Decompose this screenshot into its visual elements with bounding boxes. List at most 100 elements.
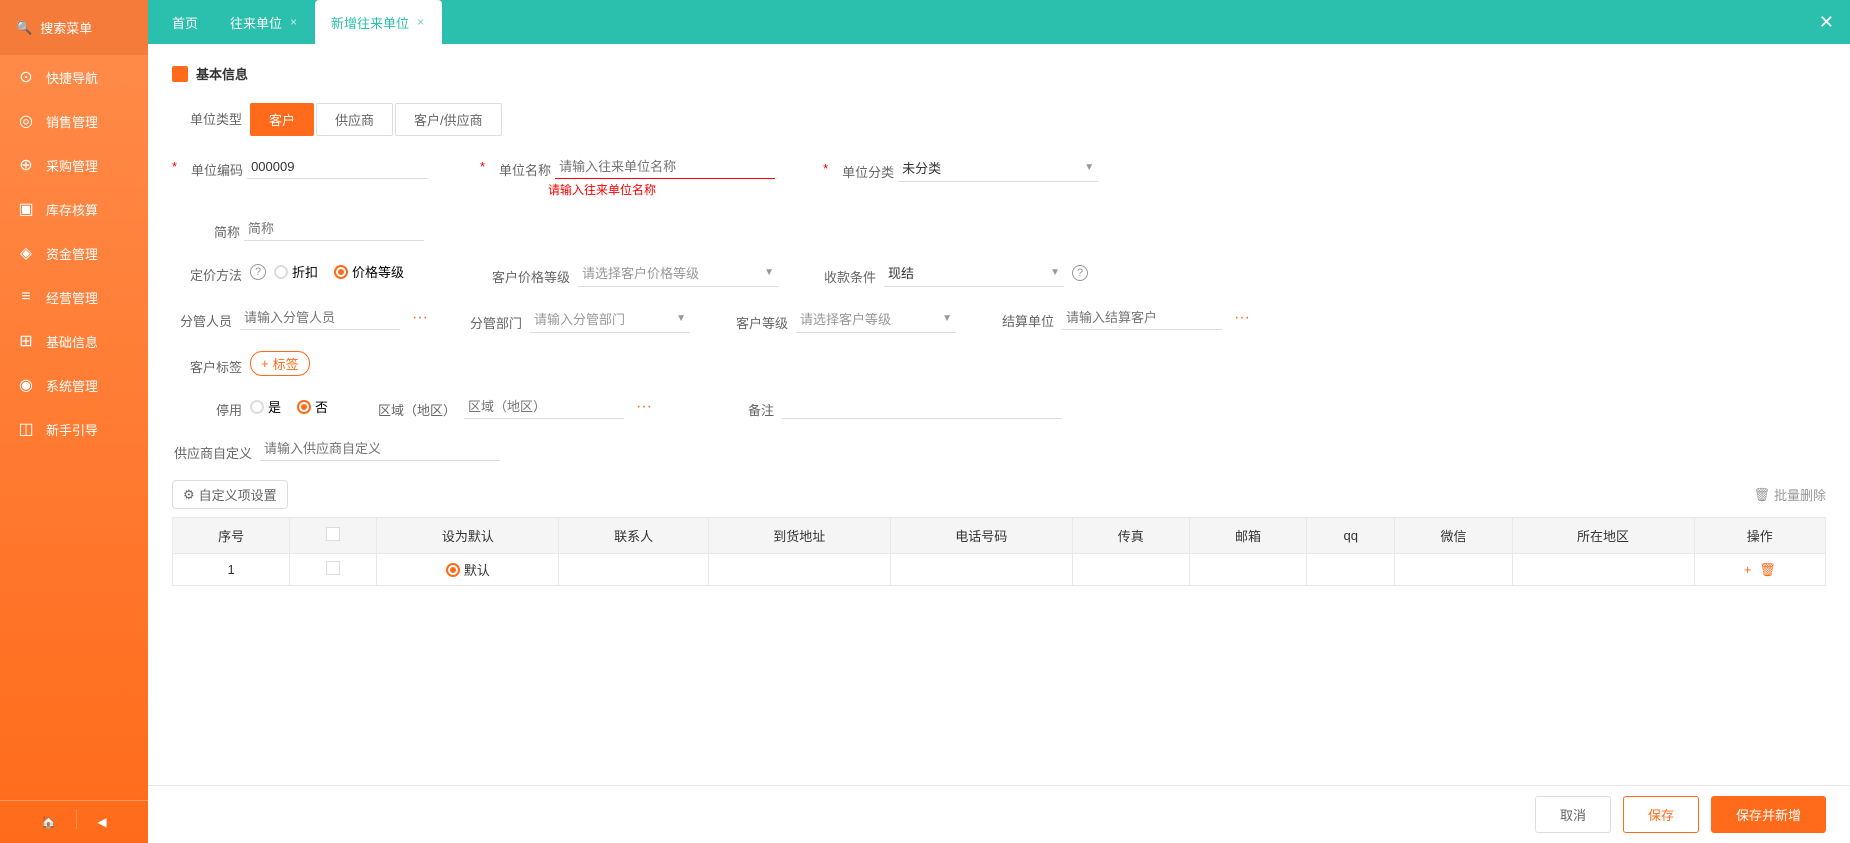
category-value: 未分类 [902,158,1080,177]
sidebar-item-label-finance: 资金管理 [46,244,98,263]
unit-type-row: 单位类型 客户供应商客户/供应商 [172,103,1826,136]
payment-help-icon[interactable]: ? [1072,265,1088,281]
name-input[interactable] [555,155,775,179]
tab-partners[interactable]: 往来单位× [214,0,315,44]
pricing-level-radio[interactable] [334,265,348,279]
manager-group: 分管人员 ··· [172,305,432,330]
pricing-level-option[interactable]: 价格等级 [334,262,404,281]
row-fax[interactable] [1072,554,1189,586]
dept-select[interactable]: 请输入分管部门 ▼ [530,305,690,333]
pricing-discount-option[interactable]: 折扣 [274,262,318,281]
row-address[interactable] [708,554,890,586]
disable-yes-radio[interactable] [250,400,264,414]
row-contact[interactable] [559,554,709,586]
note-input[interactable] [782,395,1062,419]
sidebar-item-label-basic: 基础信息 [46,332,98,351]
supplier-custom-input[interactable] [260,437,500,461]
manager-ellipsis-btn[interactable]: ··· [408,309,432,327]
disable-no-radio[interactable] [297,400,311,414]
sidebar-item-basic[interactable]: ⊞基础信息 [0,319,148,363]
row-checkbox[interactable] [290,554,377,586]
sidebar-search[interactable]: 🔍 搜索菜单 [0,10,148,45]
sidebar-item-inventory[interactable]: ▣库存核算 [0,187,148,231]
guide-icon: ◫ [16,419,36,439]
supplier-custom-row: 供应商自定义 [172,437,1826,462]
table-toolbar: ⚙ 自定义项设置 🗑 批量删除 [172,480,1826,509]
name-error-text: 请输入往来单位名称 [548,183,656,197]
sidebar-item-purchase[interactable]: ⊕采购管理 [0,143,148,187]
sidebar-item-label-system: 系统管理 [46,376,98,395]
custom-settings-button[interactable]: ⚙ 自定义项设置 [172,480,288,509]
save-button[interactable]: 保存 [1623,796,1699,833]
sidebar-item-guide[interactable]: ◫新手引导 [0,407,148,451]
select-all-checkbox[interactable] [326,527,340,541]
region-ellipsis-btn[interactable]: ··· [632,398,656,416]
manager-row: 分管人员 ··· 分管部门 请输入分管部门 ▼ 客户等级 请选择客户等级 ▼ [172,305,1826,333]
table-header-11: 操作 [1694,518,1826,554]
payment-arrow-icon: ▼ [1050,267,1060,278]
region-label: 区域（地区） [376,394,456,419]
row-region[interactable] [1512,554,1694,586]
add-tag-button[interactable]: + 标签 [250,351,310,376]
code-input[interactable] [247,155,427,179]
sidebar: 🔍 搜索菜单 ⊙快捷导航◎销售管理⊕采购管理▣库存核算◈资金管理≡经营管理⊞基础… [0,0,148,843]
disable-group: 停用 是 否 [172,394,328,419]
dept-label: 分管部门 [470,307,522,332]
disable-no-option[interactable]: 否 [297,397,328,416]
price-level-arrow-icon: ▼ [764,267,774,278]
window-close-button[interactable]: ✕ [1811,12,1842,33]
home-icon[interactable]: 🏠 [29,809,68,835]
add-row-icon[interactable]: + [1744,562,1752,577]
tab-label-home: 首页 [172,13,198,32]
row-phone[interactable] [890,554,1072,586]
save-new-button[interactable]: 保存并新增 [1711,796,1826,833]
tab-bar: 首页往来单位×新增往来单位× ✕ [148,0,1850,44]
settlement-input[interactable] [1062,306,1222,330]
row-email[interactable] [1189,554,1306,586]
sidebar-item-label-operations: 经营管理 [46,288,98,307]
batch-delete-button[interactable]: 🗑 批量删除 [1753,485,1826,504]
settlement-ellipsis-btn[interactable]: ··· [1230,309,1254,327]
sidebar-item-sales[interactable]: ◎销售管理 [0,99,148,143]
pricing-help-icon[interactable]: ? [250,264,266,280]
cancel-button[interactable]: 取消 [1535,796,1611,833]
code-field-group: * 单位编码 [172,154,432,179]
tab-close-new-partner[interactable]: × [415,15,426,29]
unit-type-supplier-button[interactable]: 供应商 [316,103,393,136]
category-field-group: * 单位分类 未分类 ▼ [823,154,1098,182]
sidebar-item-finance[interactable]: ◈资金管理 [0,231,148,275]
category-arrow-icon: ▼ [1084,162,1094,173]
collapse-icon[interactable]: ◀ [85,809,118,835]
settlement-label: 结算单位 [994,305,1054,330]
unit-type-label: 单位类型 [172,103,242,128]
disable-yes-option[interactable]: 是 [250,397,281,416]
sidebar-item-system[interactable]: ◉系统管理 [0,363,148,407]
pricing-row: 定价方法 ? 折扣 价格等级 客户价格等级 请选择客户价格等级 [172,259,1826,287]
sidebar-item-quick-nav[interactable]: ⊙快捷导航 [0,55,148,99]
sidebar-item-operations[interactable]: ≡经营管理 [0,275,148,319]
settings-btn-label: 自定义项设置 [199,485,277,504]
row-wechat[interactable] [1395,554,1512,586]
table-header-3: 联系人 [559,518,709,554]
tab-close-partners[interactable]: × [288,15,299,29]
unit-type-customer-button[interactable]: 客户 [250,103,314,136]
delete-row-icon[interactable]: 🗑 [1759,562,1776,577]
manager-input[interactable] [240,306,400,330]
sidebar-item-label-quick-nav: 快捷导航 [46,68,98,87]
tab-new-partner[interactable]: 新增往来单位× [315,0,442,44]
payment-select[interactable]: 现结 ▼ [884,259,1064,287]
inventory-icon: ▣ [16,199,36,219]
price-level-select[interactable]: 请选择客户价格等级 ▼ [578,259,778,287]
category-select[interactable]: 未分类 ▼ [898,154,1098,182]
unit-type-both-button[interactable]: 客户/供应商 [395,103,502,136]
name-label: 单位名称 [491,154,551,179]
customer-level-select[interactable]: 请选择客户等级 ▼ [796,305,956,333]
row-actions[interactable]: + 🗑 [1694,554,1826,586]
tab-home[interactable]: 首页 [156,0,214,44]
pricing-discount-radio[interactable] [274,265,288,279]
row-default[interactable]: 默认 [377,554,559,586]
row-qq[interactable] [1307,554,1395,586]
unit-type-group: 客户供应商客户/供应商 [250,103,502,136]
short-name-input[interactable] [244,217,424,241]
region-input[interactable] [464,395,624,419]
